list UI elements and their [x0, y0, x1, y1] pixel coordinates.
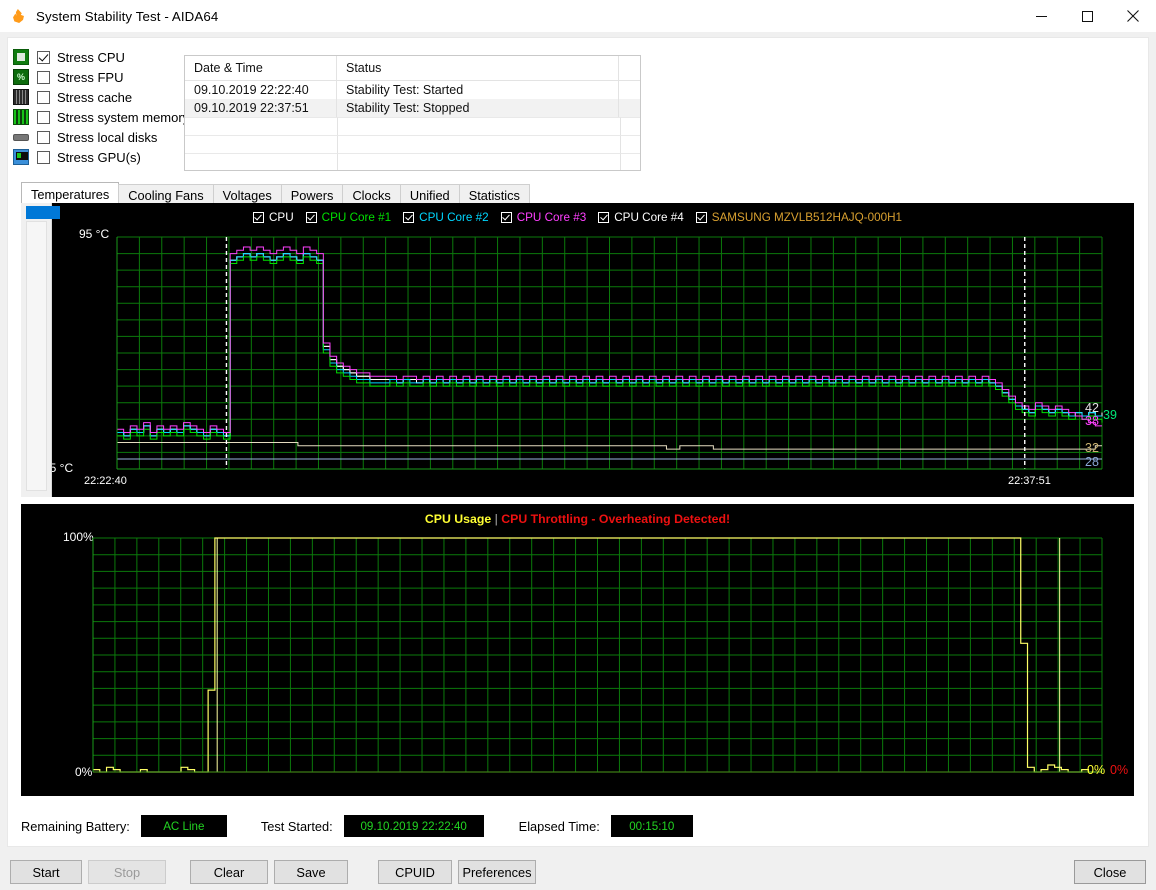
log-cell-datetime: 09.10.2019 22:22:40 [194, 83, 309, 97]
temperature-value-readout: 28 [1085, 455, 1099, 469]
tab-label: Temperatures [31, 187, 109, 202]
cpu-usage-value-readout: 0% [1110, 763, 1128, 777]
disk-icon [13, 129, 29, 145]
stress-option-label: Stress local disks [57, 130, 157, 145]
window-title: System Stability Test - AIDA64 [36, 9, 218, 24]
button-label: Close [1094, 865, 1127, 880]
log-cell-status: Stability Test: Stopped [346, 101, 469, 115]
table-row[interactable]: 09.10.2019 22:22:40 Stability Test: Start… [185, 81, 640, 99]
stress-option-checkbox[interactable] [37, 151, 50, 164]
stress-option-label: Stress CPU [57, 50, 125, 65]
status-log-table[interactable]: Date & Time Status 09.10.2019 22:22:40 St… [184, 55, 641, 171]
preferences-button[interactable]: Preferences [458, 860, 536, 884]
log-col-status: Status [346, 61, 381, 75]
stop-button: Stop [88, 860, 166, 884]
stress-option-row[interactable]: Stress cache [13, 87, 193, 107]
stress-option-label: Stress GPU(s) [57, 150, 141, 165]
flame-icon [11, 8, 27, 24]
table-row-empty [185, 117, 640, 135]
button-bar: Start Stop Clear Save CPUID Preferences Close [0, 854, 1156, 890]
tab-label: Statistics [469, 188, 520, 203]
stress-option-checkbox[interactable] [37, 111, 50, 124]
temperature-value-readout: 39 [1103, 408, 1117, 422]
memory-icon [13, 109, 29, 125]
log-col-datetime: Date & Time [194, 61, 263, 75]
button-label: Stop [114, 865, 140, 880]
close-icon[interactable] [1110, 0, 1156, 32]
temperature-value-readout: 32 [1085, 441, 1099, 455]
cache-icon [13, 89, 29, 105]
log-cell-status: Stability Test: Started [346, 83, 463, 97]
stress-option-row[interactable]: Stress CPU [13, 47, 193, 67]
stress-option-row[interactable]: Stress system memory [13, 107, 193, 127]
battery-label: Remaining Battery: [21, 819, 130, 834]
stress-options-list: Stress CPU Stress FPU Stress cache Stress s… [13, 47, 193, 167]
tab-powers[interactable]: Powers [281, 184, 344, 204]
clear-button[interactable]: Clear [190, 860, 268, 884]
elapsed-time-label: Elapsed Time: [519, 819, 600, 834]
start-button[interactable]: Start [10, 860, 82, 884]
stress-option-row[interactable]: Stress GPU(s) [13, 147, 193, 167]
tab-label: Clocks [352, 188, 390, 203]
cpu-usage-value-readout: 0% [1087, 763, 1105, 777]
stress-option-label: Stress cache [57, 90, 132, 105]
minimize-icon[interactable] [1018, 0, 1064, 32]
cpu-usage-chart: CPU Usage | CPU Throttling - Overheating… [21, 504, 1134, 796]
tab-cooling-fans[interactable]: Cooling Fans [118, 184, 213, 204]
gpu-icon [13, 149, 29, 165]
button-label: CPUID [395, 865, 435, 880]
fpu-icon [13, 69, 29, 85]
table-row-empty [185, 153, 640, 171]
log-header-row: Date & Time Status [185, 56, 640, 81]
elapsed-time-value: 00:15:10 [611, 815, 693, 837]
scrollbar-thumb[interactable] [26, 206, 60, 219]
test-started-label: Test Started: [261, 819, 333, 834]
stress-option-row[interactable]: Stress FPU [13, 67, 193, 87]
temperature-chart: CPUCPU Core #1CPU Core #2CPU Core #3CPU … [21, 203, 1134, 497]
stress-option-row[interactable]: Stress local disks [13, 127, 193, 147]
save-button[interactable]: Save [274, 860, 348, 884]
chart-gridlines [117, 237, 1102, 469]
temperature-value-readout: 38 [1085, 414, 1099, 428]
maximize-icon[interactable] [1064, 0, 1110, 32]
temperature-chart-scrollbar[interactable] [21, 203, 52, 497]
chart-gridlines [93, 538, 1102, 772]
test-started-value: 09.10.2019 22:22:40 [344, 815, 484, 837]
stress-option-checkbox[interactable] [37, 71, 50, 84]
cpuid-button[interactable]: CPUID [378, 860, 452, 884]
button-label: Save [296, 865, 325, 880]
cpu-icon [13, 49, 29, 65]
tab-label: Voltages [223, 188, 272, 203]
status-strip: Remaining Battery: AC Line Test Started:… [21, 813, 1134, 839]
chart-tabs: Temperatures Cooling Fans Voltages Powers Cl… [21, 182, 529, 204]
tab-temperatures[interactable]: Temperatures [21, 182, 119, 204]
table-row[interactable]: 09.10.2019 22:37:51 Stability Test: Stopp… [185, 99, 640, 117]
button-label: Clear [214, 865, 245, 880]
log-cell-datetime: 09.10.2019 22:37:51 [194, 101, 309, 115]
tab-label: Powers [291, 188, 334, 203]
title-bar: System Stability Test - AIDA64 [0, 0, 1156, 32]
temperature-value-readout: 42 [1085, 401, 1099, 415]
close-button[interactable]: Close [1074, 860, 1146, 884]
tab-unified[interactable]: Unified [400, 184, 460, 204]
table-row-empty [185, 135, 640, 153]
scrollbar-track[interactable] [26, 221, 47, 491]
tab-label: Unified [410, 188, 450, 203]
button-label: Preferences [463, 865, 532, 880]
aida64-stability-window: System Stability Test - AIDA64 Stress CP… [0, 0, 1156, 890]
stress-option-checkbox[interactable] [37, 131, 50, 144]
stress-option-label: Stress system memory [57, 110, 189, 125]
tab-voltages[interactable]: Voltages [213, 184, 282, 204]
stress-option-checkbox[interactable] [37, 51, 50, 64]
tab-label: Cooling Fans [128, 188, 203, 203]
log-body: 09.10.2019 22:22:40 Stability Test: Start… [185, 81, 640, 171]
battery-value: AC Line [141, 815, 227, 837]
stress-option-checkbox[interactable] [37, 91, 50, 104]
window-controls [1018, 0, 1156, 32]
tab-clocks[interactable]: Clocks [342, 184, 400, 204]
button-label: Start [32, 865, 59, 880]
stress-option-label: Stress FPU [57, 70, 123, 85]
tab-statistics[interactable]: Statistics [459, 184, 530, 204]
